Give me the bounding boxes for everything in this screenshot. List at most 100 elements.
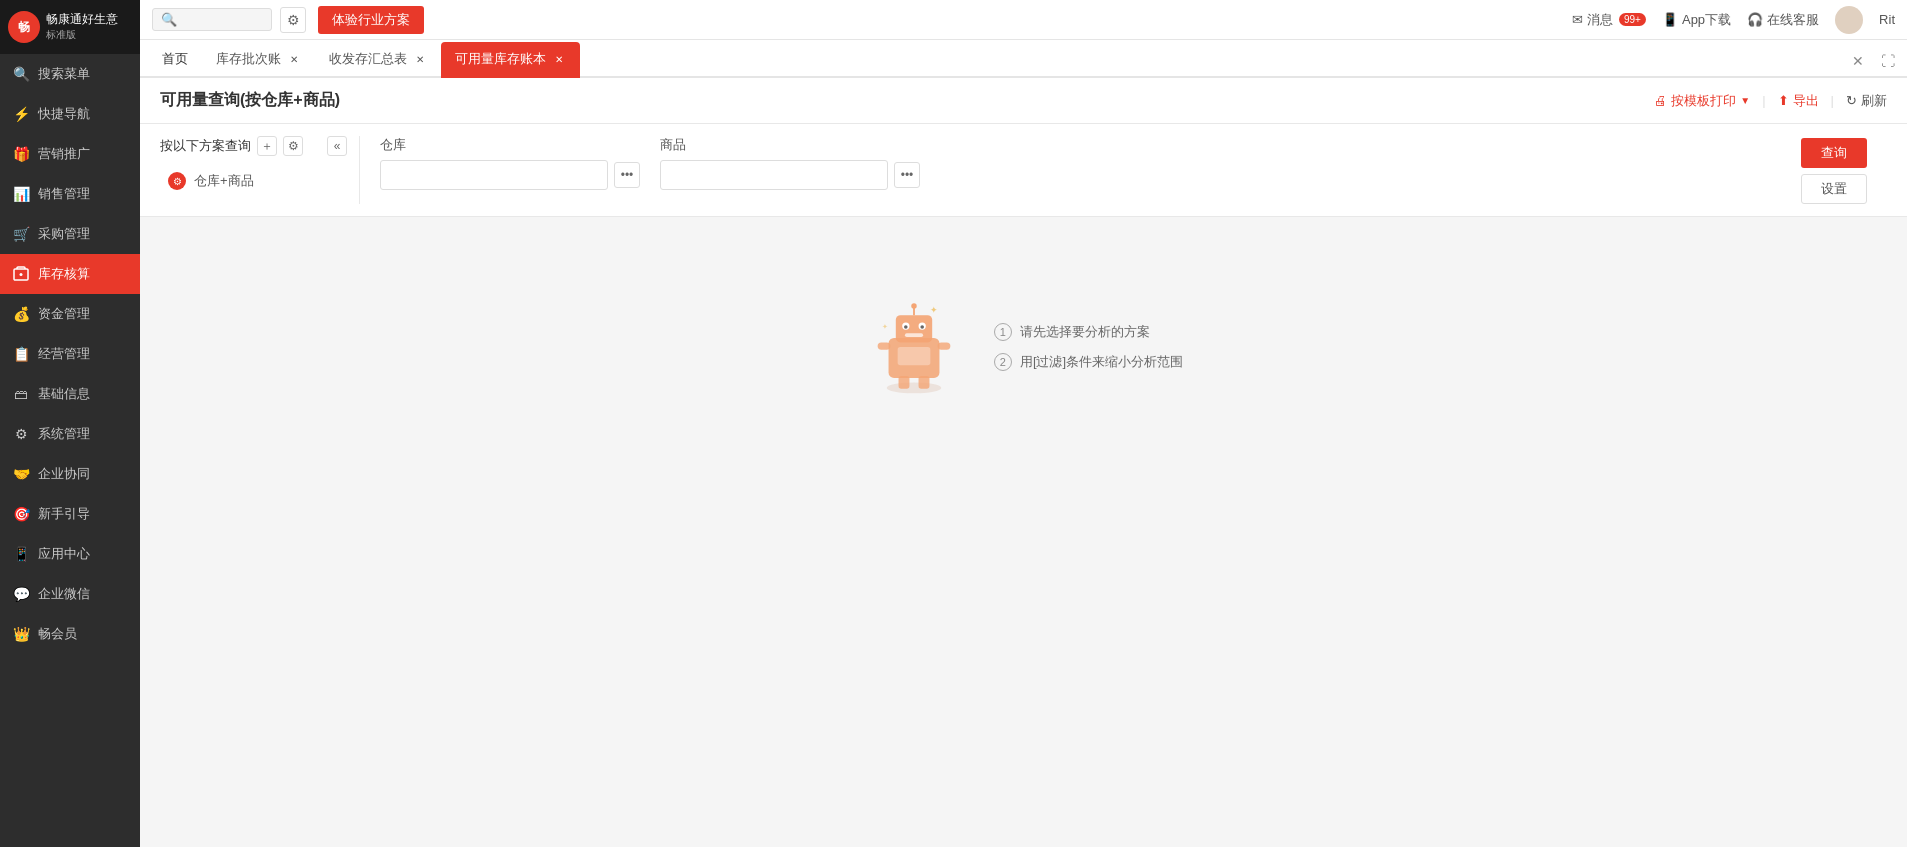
tab-batch-account-label: 库存批次账 — [216, 50, 281, 68]
goods-more-button[interactable]: ••• — [894, 162, 920, 188]
svg-rect-16 — [918, 376, 929, 389]
sidebar-item-sales[interactable]: 📊 销售管理 — [0, 174, 140, 214]
tab-available-stock-label: 可用量库存账本 — [455, 50, 546, 68]
sidebar-item-label: 新手引导 — [38, 505, 90, 523]
sidebar-item-appcenter[interactable]: 📱 应用中心 — [0, 534, 140, 574]
collapse-scheme-button[interactable]: « — [327, 136, 347, 156]
sidebar-item-member[interactable]: 👑 畅会员 — [0, 614, 140, 654]
sidebar-item-operation[interactable]: 📋 经营管理 — [0, 334, 140, 374]
filter-group-warehouse: 仓库 ••• — [380, 136, 640, 190]
sidebar-item-label: 经营管理 — [38, 345, 90, 363]
warehouse-label: 仓库 — [380, 136, 640, 154]
sidebar-item-basic[interactable]: 🗃 基础信息 — [0, 374, 140, 414]
svg-text:✦: ✦ — [930, 305, 938, 315]
headset-icon: 🎧 — [1747, 12, 1763, 27]
topbar-right-section: ✉ 消息 99+ 📱 App下载 🎧 在线客服 Rit — [1572, 6, 1895, 34]
sidebar-app-info: 畅康通好生意 标准版 — [46, 12, 118, 42]
username-label[interactable]: Rit — [1879, 12, 1895, 27]
refresh-button[interactable]: ↻ 刷新 — [1846, 92, 1887, 110]
scheme-icon: ⚙ — [168, 172, 186, 190]
topbar-search-box[interactable]: 🔍 — [152, 8, 272, 31]
sidebar-item-system[interactable]: ⚙ 系统管理 — [0, 414, 140, 454]
tab-receipt-summary[interactable]: 收发存汇总表 ✕ — [315, 42, 441, 78]
empty-state-content: ✦ ✦ 1 请先选择要分析的方案 2 用[过滤]条件来缩小分析范围 — [864, 297, 1183, 397]
empty-state: ✦ ✦ 1 请先选择要分析的方案 2 用[过滤]条件来缩小分析范围 — [140, 217, 1907, 477]
sidebar-item-label: 资金管理 — [38, 305, 90, 323]
goods-input[interactable] — [660, 160, 888, 190]
sidebar-item-label: 畅会员 — [38, 625, 77, 643]
tabbar-right-buttons: ✕ ⛶ — [1847, 50, 1899, 76]
svg-point-10 — [911, 303, 916, 308]
basic-icon: 🗃 — [12, 385, 30, 403]
edit-scheme-button[interactable]: ⚙ — [283, 136, 303, 156]
sidebar-item-label: 应用中心 — [38, 545, 90, 563]
tip-item-2: 2 用[过滤]条件来缩小分析范围 — [994, 353, 1183, 371]
close-tab-button[interactable]: ✕ — [1847, 50, 1869, 72]
goods-label: 商品 — [660, 136, 920, 154]
message-badge: 99+ — [1619, 13, 1646, 26]
tab-home[interactable]: 首页 — [148, 42, 202, 78]
sidebar-item-label: 搜索菜单 — [38, 65, 90, 83]
tip-item-1: 1 请先选择要分析的方案 — [994, 323, 1183, 341]
add-scheme-button[interactable]: ＋ — [257, 136, 277, 156]
svg-point-1 — [20, 273, 23, 276]
sidebar-item-label: 采购管理 — [38, 225, 90, 243]
tab-home-label: 首页 — [162, 50, 188, 68]
messages-button[interactable]: ✉ 消息 99+ — [1572, 11, 1646, 29]
svg-rect-12 — [898, 347, 931, 365]
main-area: 🔍 ⚙ 体验行业方案 ✉ 消息 99+ 📱 App下载 🎧 在线客服 Rit — [140, 0, 1907, 847]
sidebar-scroll: 🔍 搜索菜单 ⚡ 快捷导航 🎁 营销推广 📊 销售管理 🛒 采购管理 — [0, 54, 140, 847]
message-icon: ✉ — [1572, 12, 1583, 27]
sidebar-item-cooperation[interactable]: 🤝 企业协同 — [0, 454, 140, 494]
scheme-item-label: 仓库+商品 — [194, 172, 254, 190]
search-input[interactable] — [181, 13, 261, 27]
export-label: 导出 — [1793, 92, 1819, 110]
phone-icon: 📱 — [1662, 12, 1678, 27]
maximize-tab-button[interactable]: ⛶ — [1877, 50, 1899, 72]
warehouse-input[interactable] — [380, 160, 608, 190]
filter-group-goods: 商品 ••• — [660, 136, 920, 190]
warehouse-more-button[interactable]: ••• — [614, 162, 640, 188]
wechat-icon: 💬 — [12, 585, 30, 603]
tab-close-available-stock[interactable]: ✕ — [552, 52, 566, 66]
sidebar-item-marketing[interactable]: 🎁 营销推广 — [0, 134, 140, 174]
chart-icon: 📊 — [12, 185, 30, 203]
tab-batch-account[interactable]: 库存批次账 ✕ — [202, 42, 315, 78]
sidebar-item-search[interactable]: 🔍 搜索菜单 — [0, 54, 140, 94]
sidebar-item-purchase[interactable]: 🛒 采购管理 — [0, 214, 140, 254]
inventory-icon — [12, 265, 30, 283]
tab-close-batch-account[interactable]: ✕ — [287, 52, 301, 66]
sidebar-item-label: 企业微信 — [38, 585, 90, 603]
tab-available-stock[interactable]: 可用量库存账本 ✕ — [441, 42, 580, 78]
scheme-item-warehouse-goods[interactable]: ⚙ 仓库+商品 — [160, 166, 347, 196]
export-button[interactable]: ⬆ 导出 — [1778, 92, 1819, 110]
query-button[interactable]: 查询 — [1801, 138, 1867, 168]
app-download-label: App下载 — [1682, 11, 1731, 29]
sidebar-item-label: 销售管理 — [38, 185, 90, 203]
svg-rect-15 — [898, 376, 909, 389]
settings-gear-button[interactable]: ⚙ — [280, 7, 306, 33]
sidebar-item-finance[interactable]: 💰 资金管理 — [0, 294, 140, 334]
search-icon: 🔍 — [161, 12, 177, 27]
tab-close-receipt-summary[interactable]: ✕ — [413, 52, 427, 66]
topbar: 🔍 ⚙ 体验行业方案 ✉ 消息 99+ 📱 App下载 🎧 在线客服 Rit — [140, 0, 1907, 40]
refresh-label: 刷新 — [1861, 92, 1887, 110]
sidebar-logo: 畅 — [8, 11, 40, 43]
sidebar-item-wechat[interactable]: 💬 企业微信 — [0, 574, 140, 614]
settings-button[interactable]: 设置 — [1801, 174, 1867, 204]
app-download-button[interactable]: 📱 App下载 — [1662, 11, 1731, 29]
warehouse-input-row: ••• — [380, 160, 640, 190]
print-dropdown-icon[interactable]: ▼ — [1740, 95, 1750, 106]
page-header-actions: 🖨 按模板打印 ▼ | ⬆ 导出 | ↻ 刷新 — [1654, 92, 1887, 110]
query-scheme-label: 按以下方案查询 — [160, 137, 251, 155]
system-icon: ⚙ — [12, 425, 30, 443]
online-support-button[interactable]: 🎧 在线客服 — [1747, 11, 1819, 29]
query-area: 按以下方案查询 ＋ ⚙ « ⚙ 仓库+商品 仓库 ••• — [140, 124, 1907, 216]
print-button[interactable]: 🖨 按模板打印 ▼ — [1654, 92, 1750, 110]
sidebar-item-newbie[interactable]: 🎯 新手引导 — [0, 494, 140, 534]
industry-solution-button[interactable]: 体验行业方案 — [318, 6, 424, 34]
sidebar-item-shortcut[interactable]: ⚡ 快捷导航 — [0, 94, 140, 134]
sidebar-item-inventory[interactable]: 库存核算 — [0, 254, 140, 294]
sidebar-app-name: 畅康通好生意 — [46, 12, 118, 28]
page-header: 可用量查询(按仓库+商品) 🖨 按模板打印 ▼ | ⬆ 导出 | ↻ 刷新 — [140, 78, 1907, 124]
